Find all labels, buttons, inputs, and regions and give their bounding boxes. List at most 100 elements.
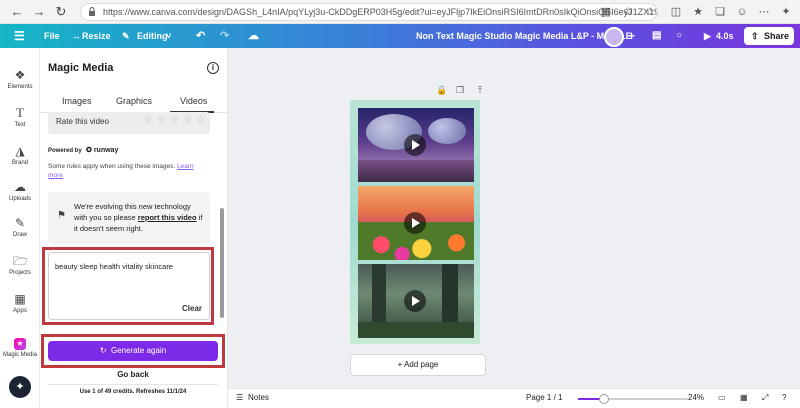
profile-icon[interactable]: ☺	[734, 4, 750, 20]
star-icon[interactable]: ☆	[170, 115, 179, 126]
fullscreen-icon[interactable]: ⤢	[762, 393, 768, 403]
star-icon[interactable]: ☆	[157, 115, 166, 126]
runway-label: runway	[93, 147, 119, 154]
rail-item-apps[interactable]: ▦ Apps	[0, 292, 40, 314]
magic-media-panel: Magic Media i Images Graphics Videos Rat…	[40, 48, 228, 408]
star-icon[interactable]: ☆	[642, 4, 658, 20]
rail-label: Draw	[12, 232, 27, 238]
ground-shape	[358, 160, 474, 182]
more-icon[interactable]: ⋯	[756, 4, 772, 20]
share-button[interactable]: ⇧ Share	[744, 27, 794, 45]
favorites-bar-icon[interactable]: ★	[690, 4, 706, 20]
go-back-button[interactable]: Go back	[48, 370, 218, 379]
zoom-level[interactable]: 24%	[688, 393, 704, 402]
lock-icon	[89, 7, 95, 16]
file-menu[interactable]: File	[44, 24, 60, 48]
elements-icon: ❖	[14, 68, 26, 82]
star-icon[interactable]: ☆	[183, 115, 192, 126]
text-icon: T	[16, 105, 24, 120]
notes-icon[interactable]: ☰	[236, 393, 243, 402]
zoom-slider-handle[interactable]	[599, 394, 610, 404]
menu-icon[interactable]: ☰	[14, 24, 25, 48]
planet-shape	[428, 118, 466, 144]
tab-videos[interactable]: Videos	[180, 96, 207, 106]
rules-text: Some rules apply when using these images…	[48, 163, 176, 170]
reload-icon[interactable]: ↻	[52, 3, 70, 21]
present-timer[interactable]: 4.0s	[716, 24, 734, 48]
rail-item-text[interactable]: T Text	[0, 105, 40, 129]
duplicate-page-icon[interactable]: ❐	[454, 84, 466, 96]
uploads-icon: ☁	[14, 180, 26, 194]
rail-label: Projects	[9, 270, 31, 276]
runway-logo: ✪ runway	[86, 146, 118, 154]
grid-view-icon[interactable]: ▦	[740, 393, 748, 402]
brand-icon: ◮	[15, 144, 25, 158]
video-thumbnail-planets[interactable]	[358, 108, 474, 182]
star-icon[interactable]: ☆	[196, 115, 205, 126]
split-icon[interactable]: ◫	[668, 4, 684, 20]
design-page[interactable]	[350, 100, 480, 344]
projects-icon: 🗁	[13, 254, 28, 268]
tab-images[interactable]: Images	[62, 96, 92, 106]
add-page-button[interactable]: + Add page	[350, 354, 486, 376]
tab-graphics[interactable]: Graphics	[116, 96, 152, 106]
pages-view-icon[interactable]: ▭	[718, 393, 726, 402]
apps-icon: ▦	[14, 292, 26, 306]
page-indicator[interactable]: Page 1 / 1	[526, 393, 562, 402]
avatar[interactable]	[604, 27, 624, 47]
share-label: Share	[764, 31, 790, 41]
add-collaborator-icon[interactable]: +	[628, 24, 635, 48]
address-bar[interactable]: https://www.canva.com/design/DAGSh_L4nIA…	[80, 3, 658, 21]
video-thumbnail-flowers[interactable]	[358, 186, 474, 260]
magic-assistant-icon[interactable]: ✦	[9, 376, 31, 398]
cloud-save-icon[interactable]: ☁	[248, 24, 259, 48]
play-icon[interactable]	[404, 134, 426, 156]
add-page-icon[interactable]: ⤒	[474, 84, 486, 96]
notes-button[interactable]: Notes	[248, 393, 269, 402]
collections-icon[interactable]: ❏	[712, 4, 728, 20]
powered-by-label: Powered by	[48, 148, 82, 154]
rail-item-brand[interactable]: ◮ Brand	[0, 144, 40, 166]
side-rail: ❖ Elements T Text ◮ Brand ☁ Uploads ✎ Dr…	[0, 48, 40, 408]
editor-topbar: ☰ File ↔ Resize ✎ Editing ˅ ↶ ↷ ☁ Non Te…	[0, 24, 800, 48]
rail-label: Uploads	[8, 196, 31, 202]
play-icon[interactable]	[404, 290, 426, 312]
star-icon[interactable]: ☆	[144, 115, 153, 126]
resize-button[interactable]: Resize	[82, 24, 111, 48]
rail-item-draw[interactable]: ✎ Draw	[0, 216, 40, 238]
rail-item-elements[interactable]: ❖ Elements	[0, 68, 40, 90]
lock-icon[interactable]: 🔒	[436, 84, 448, 96]
play-icon[interactable]: ▶	[704, 24, 711, 48]
feedback-text: We're evolving this new technology with …	[74, 201, 204, 234]
info-icon[interactable]: i	[207, 62, 219, 74]
draw-icon: ✎	[14, 216, 26, 230]
rate-video-bar: Rate this video ☆ ☆ ☆ ☆ ☆	[48, 112, 210, 134]
help-icon[interactable]: ?	[782, 393, 786, 402]
resize-icon[interactable]: ↔	[72, 24, 81, 48]
report-video-link[interactable]: report this video	[138, 213, 197, 222]
undo-icon[interactable]: ↶	[196, 24, 205, 48]
play-icon[interactable]	[404, 212, 426, 234]
editing-dropdown[interactable]: Editing	[137, 24, 168, 48]
design-canvas: 🔒 ❐ ⤒ + Add page	[228, 48, 800, 388]
panel-title: Magic Media	[48, 62, 114, 74]
redo-icon[interactable]: ↷	[220, 24, 229, 48]
rail-label: Apps	[13, 308, 27, 314]
prompt-highlight-box	[42, 247, 214, 325]
back-icon[interactable]: ←	[8, 3, 26, 21]
forward-icon[interactable]: →	[30, 3, 48, 21]
document-title[interactable]: Non Text Magic Studio Magic Media L&P - …	[416, 24, 632, 48]
chevron-down-icon[interactable]: ˅	[166, 24, 171, 48]
rail-item-magic-media[interactable]: ★ Magic Media	[0, 338, 40, 358]
rail-item-uploads[interactable]: ☁ Uploads	[0, 180, 40, 202]
video-thumbnail-forest[interactable]	[358, 264, 474, 338]
rail-item-projects[interactable]: 🗁 Projects	[0, 254, 40, 276]
zoom-slider[interactable]	[578, 394, 688, 404]
rail-label: Magic Media	[2, 352, 37, 358]
tab-icon[interactable]: ▦	[598, 4, 614, 20]
comment-icon[interactable]: ○	[676, 24, 682, 48]
analytics-icon[interactable]: ▤	[652, 24, 661, 48]
panel-scrollbar[interactable]	[220, 208, 224, 318]
copilot-icon[interactable]: ✦	[778, 4, 794, 20]
favorites-icon[interactable]: ✩	[620, 4, 636, 20]
